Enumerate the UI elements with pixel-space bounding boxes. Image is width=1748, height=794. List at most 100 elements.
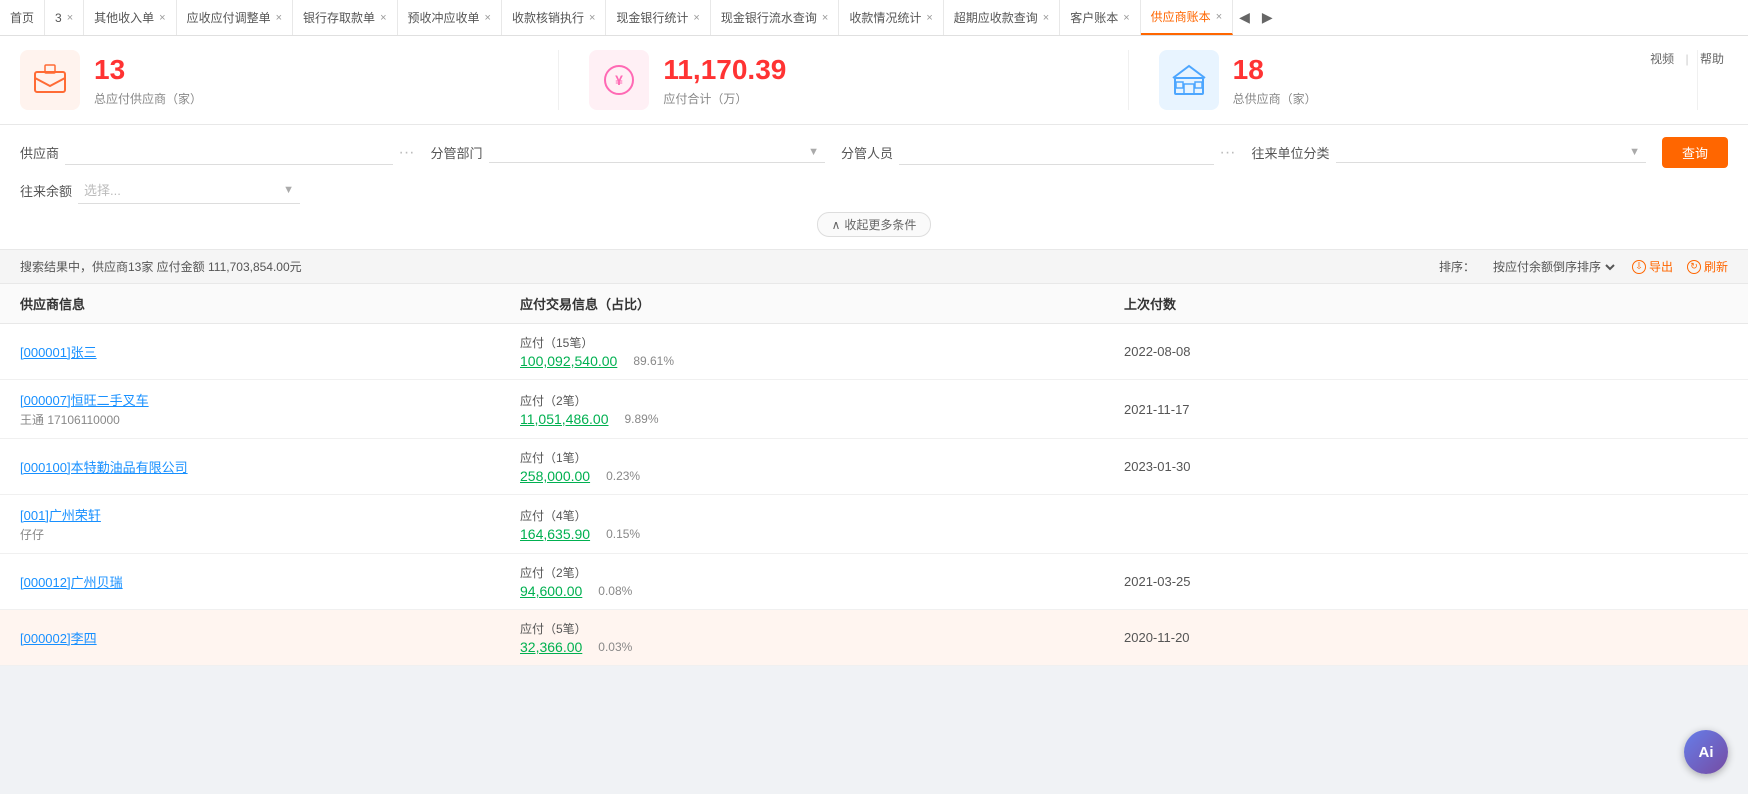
last-pay-cell: 2021-11-17 [1124,402,1728,417]
total-payable-number: 11,170.39 [663,53,786,87]
nav-cash-bank-stat[interactable]: 现金银行统计 × [606,0,710,35]
tx-amount[interactable]: 100,092,540.00 [520,353,617,369]
close-icon[interactable]: × [1123,12,1129,24]
sort-select[interactable]: 按应付余额倒序排序 [1489,259,1618,275]
result-actions: 排序： 按应付余额倒序排序 ⇩ 导出 ↻ 刷新 [1439,258,1728,275]
supplier-sub: 王通 17106110000 [20,411,520,428]
collapse-chevron-icon: ∧ [832,218,841,232]
filter-supplier: 供应商 ··· [20,141,415,165]
tx-amount[interactable]: 32,366.00 [520,639,582,655]
help-link[interactable]: 帮助 [1700,52,1724,66]
close-icon[interactable]: × [926,12,932,24]
tx-amount[interactable]: 94,600.00 [520,583,582,599]
separator: | [1686,52,1689,66]
video-link[interactable]: 视频 [1650,52,1674,66]
close-icon[interactable]: × [822,12,828,24]
nav-cash-bank-flow[interactable]: 现金银行流水查询 × [711,0,839,35]
filter-row-2: 往来余额 选择... ▼ [20,176,1728,204]
dept-dropdown-arrow: ▼ [808,146,819,158]
tx-percent: 0.15% [606,527,640,541]
export-button[interactable]: ⇩ 导出 [1632,258,1673,275]
table-header: 供应商信息 应付交易信息（占比） 上次付数 [0,284,1748,324]
supplier-input[interactable] [65,141,393,165]
total-payable-label: 应付合计（万） [663,90,786,107]
top-right-links: 视频 | 帮助 [1646,50,1728,67]
dept-select[interactable]: ▼ [489,142,825,163]
tx-info-cell: 应付（2笔） 94,600.00 0.08% [520,564,1124,599]
ai-badge[interactable]: Ai [1684,730,1728,774]
refresh-icon: ↻ [1687,260,1701,274]
table-row: [000012]广州贝瑞 应付（2笔） 94,600.00 0.08% 2021… [0,554,1748,610]
tx-percent: 89.61% [633,354,674,368]
col-supplier-info: 供应商信息 [20,294,520,313]
table-row: [000100]本特勤油品有限公司 应付（1笔） 258,000.00 0.23… [0,439,1748,495]
collapse-button[interactable]: ∧ 收起更多条件 [817,212,932,237]
tx-info-cell: 应付（15笔） 100,092,540.00 89.61% [520,334,1124,369]
supplier-link[interactable]: [000007]恒旺二手叉车 [20,390,520,409]
total-suppliers-label: 总供应商（家） [1233,90,1317,107]
supplier-link[interactable]: [000001]张三 [20,342,520,361]
table-row: [000007]恒旺二手叉车 王通 17106110000 应付（2笔） 11,… [0,380,1748,439]
nav-prepay[interactable]: 预收冲应收单 × [398,0,502,35]
nav-customer-ledger[interactable]: 客户账本 × [1060,0,1140,35]
supplier-info-cell: [000001]张三 [20,342,520,361]
supplier-info-cell: [000002]李四 [20,628,520,647]
tx-amount[interactable]: 164,635.90 [520,526,590,542]
supplier-link[interactable]: [000100]本特勤油品有限公司 [20,457,520,476]
tx-amount[interactable]: 258,000.00 [520,468,590,484]
nav-next-arrow[interactable]: ▶ [1256,9,1279,26]
supplier-info-cell: [001]广州荣轩 仔仔 [20,505,520,543]
tx-percent: 0.23% [606,469,640,483]
nav-overdue-query[interactable]: 超期应收款查询 × [944,0,1060,35]
tx-info-cell: 应付（5笔） 32,366.00 0.03% [520,620,1124,655]
tx-label: 应付（2笔） [520,392,1124,409]
supplier-link[interactable]: [000002]李四 [20,628,520,647]
nav-collection[interactable]: 收款核销执行 × [502,0,606,35]
nav-item-3[interactable]: 3 × [45,0,84,35]
collapse-row: ∧ 收起更多条件 [20,212,1728,237]
close-icon[interactable]: × [1043,12,1049,24]
close-icon[interactable]: × [159,12,165,24]
person-input[interactable] [899,141,1214,165]
nav-other-income[interactable]: 其他收入单 × [84,0,176,35]
supplier-info-cell: [000012]广州贝瑞 [20,572,520,591]
person-dots[interactable]: ··· [1220,144,1236,162]
balance-select[interactable]: 选择... ▼ [78,176,300,204]
supplier-link[interactable]: [001]广州荣轩 [20,505,520,524]
category-select[interactable]: ▼ [1336,142,1646,163]
category-dropdown-arrow: ▼ [1629,146,1640,158]
last-pay-cell: 2023-01-30 [1124,459,1728,474]
close-icon[interactable]: × [67,12,73,24]
filter-category: 往来单位分类 ▼ [1252,142,1647,163]
filter-person: 分管人员 ··· [841,141,1236,165]
refresh-button[interactable]: ↻ 刷新 [1687,258,1728,275]
nav-home[interactable]: 首页 [0,0,45,35]
nav-ar-ap-adjust[interactable]: 应收应付调整单 × [177,0,293,35]
close-icon[interactable]: × [380,12,386,24]
nav-collection-stat[interactable]: 收款情况统计 × [839,0,943,35]
nav-prev-arrow[interactable]: ◀ [1233,9,1256,26]
close-icon[interactable]: × [276,12,282,24]
balance-label: 往来余额 [20,181,72,200]
filter-row-1: 供应商 ··· 分管部门 ▼ 分管人员 ··· 往来单位分类 ▼ 查询 [20,137,1728,168]
close-icon[interactable]: × [693,12,699,24]
tx-amount[interactable]: 11,051,486.00 [520,411,609,427]
close-icon[interactable]: × [1216,11,1222,23]
nav-supplier-ledger[interactable]: 供应商账本 × [1141,0,1233,35]
table-section: 供应商信息 应付交易信息（占比） 上次付数 [000001]张三 应付（15笔）… [0,284,1748,666]
result-bar: 搜索结果中，供应商13家 应付金额 111,703,854.00元 排序： 按应… [0,250,1748,284]
close-icon[interactable]: × [485,12,491,24]
close-icon[interactable]: × [589,12,595,24]
filter-dept: 分管部门 ▼ [431,142,826,163]
table-row: [000002]李四 应付（5笔） 32,366.00 0.03% 2020-1… [0,610,1748,666]
supplier-label: 供应商 [20,143,59,162]
supplier-dots[interactable]: ··· [399,144,415,162]
nav-bank-deposit[interactable]: 银行存取款单 × [293,0,397,35]
supplier-link[interactable]: [000012]广州贝瑞 [20,572,520,591]
dept-label: 分管部门 [431,143,483,162]
query-button[interactable]: 查询 [1662,137,1728,168]
summary-card-payable-suppliers: 13 总应付供应商（家） [20,50,559,110]
last-pay-cell: 2020-11-20 [1124,630,1728,645]
tx-percent: 0.03% [598,640,632,654]
supplier-sub: 仔仔 [20,526,520,543]
